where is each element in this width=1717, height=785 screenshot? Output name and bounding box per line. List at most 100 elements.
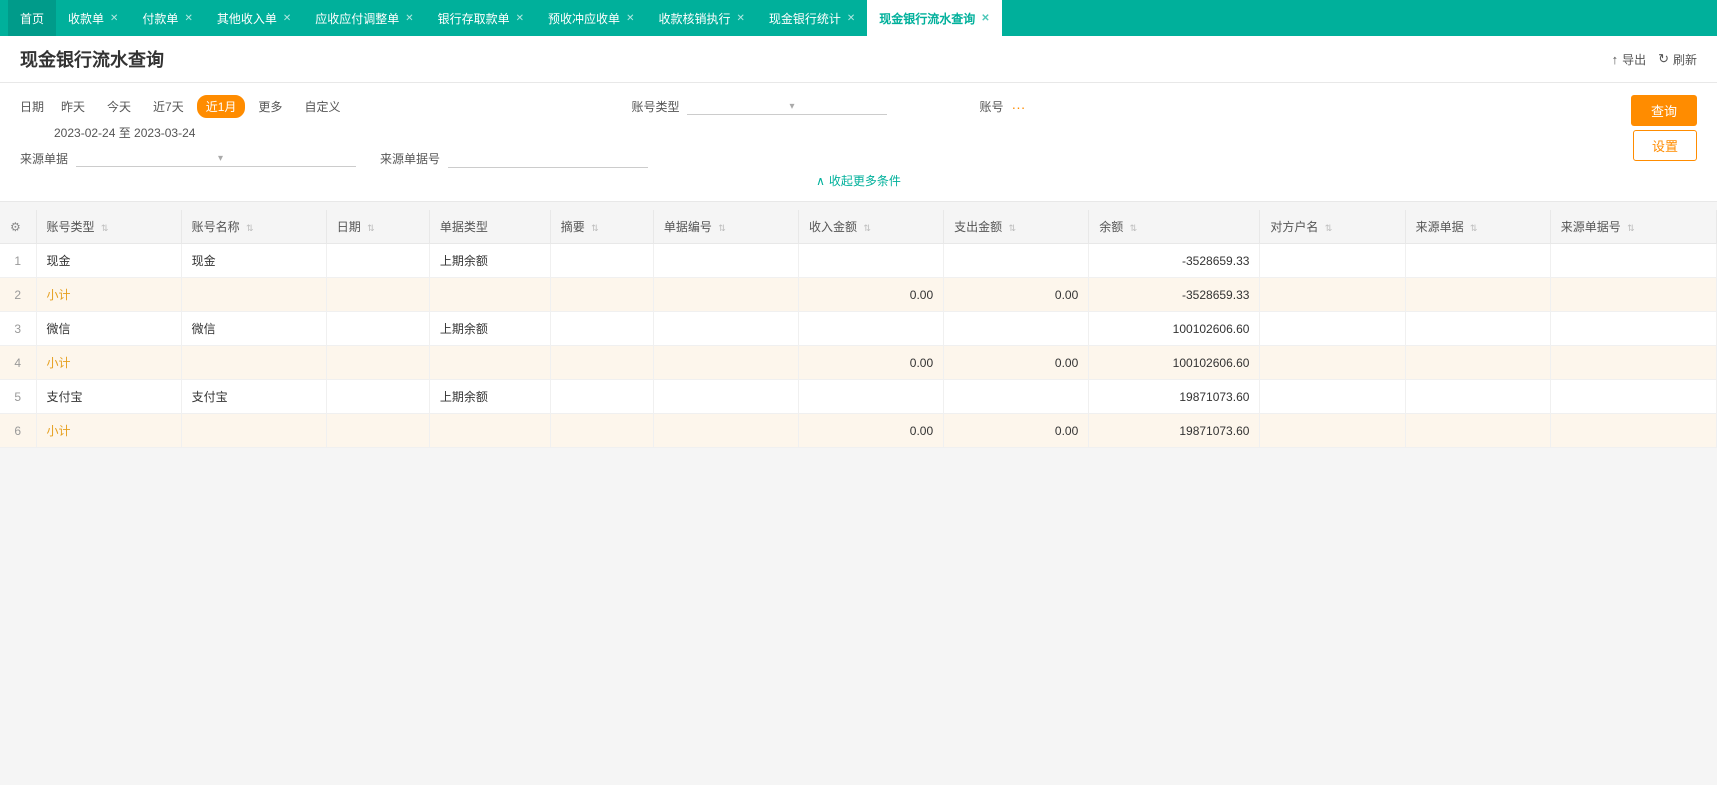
query-button[interactable]: 查询 [1631,95,1697,126]
source-doc-no-input[interactable] [448,149,648,168]
table-row[interactable]: 6小计0.000.0019871073.60 [0,414,1717,448]
nav-tab-5-close[interactable]: ✕ [516,13,524,24]
account-filter-group: 账号 ··· [979,98,1033,115]
table-cell [429,346,550,380]
export-label: 导出 [1622,51,1646,68]
table-cell [799,380,944,414]
table-cell: 微信 [181,312,326,346]
table-cell: 现金 [36,244,181,278]
table-cell [181,414,326,448]
nav-tab-7[interactable]: 收款核销执行 ✕ [646,0,756,36]
col-source-doc-no-sort-icon[interactable]: ⇅ [1627,223,1635,233]
nav-tab-4-label: 应收应付调整单 [315,10,399,27]
col-expense-label: 支出金额 [954,220,1002,234]
table-cell [1405,244,1550,278]
yesterday-btn[interactable]: 昨天 [52,95,94,118]
col-doc-no-sort-icon[interactable]: ⇅ [718,223,726,233]
nav-tab-3[interactable]: 其他收入单 ✕ [205,0,303,36]
col-expense-sort-icon[interactable]: ⇅ [1009,223,1017,233]
col-summary: 摘要 ⇅ [550,210,653,244]
col-income-sort-icon[interactable]: ⇅ [863,223,871,233]
col-account-type-sort-icon[interactable]: ⇅ [101,223,109,233]
col-balance-sort-icon[interactable]: ⇅ [1130,223,1138,233]
col-income-label: 收入金额 [809,220,857,234]
table-cell [550,278,653,312]
settings-button[interactable]: 设置 [1633,130,1697,161]
date-label: 日期 [20,98,44,115]
nav-tab-5[interactable]: 银行存取款单 ✕ [426,0,536,36]
table-row[interactable]: 1现金现金上期余额-3528659.33 [0,244,1717,278]
nav-tab-6-label: 预收冲应收单 [548,10,620,27]
table-cell [799,312,944,346]
nav-tab-6[interactable]: 预收冲应收单 ✕ [536,0,646,36]
refresh-label: 刷新 [1673,51,1697,68]
table-cell: 0.00 [944,346,1089,380]
table-cell: -3528659.33 [1089,278,1260,312]
table-cell [1260,414,1405,448]
col-date-label: 日期 [337,220,361,234]
col-source-doc-sort-icon[interactable]: ⇅ [1470,223,1478,233]
header-actions: ↑ 导出 ↻ 刷新 [1612,51,1697,68]
source-doc-select[interactable]: ▾ [76,151,356,167]
nav-tab-9-label: 现金银行流水查询 [879,10,975,27]
table-cell [181,278,326,312]
source-doc-no-label: 来源单据号 [380,150,440,167]
nav-tab-8-close[interactable]: ✕ [847,13,855,24]
date-buttons: 昨天 今天 近7天 近1月 更多 自定义 [52,95,349,118]
nav-tab-8[interactable]: 现金银行统计 ✕ [757,0,867,36]
table-cell: 小计 [36,346,181,380]
nav-tab-3-close[interactable]: ✕ [283,13,291,24]
account-more-icon[interactable]: ··· [1011,99,1025,115]
table-cell [550,414,653,448]
table-row[interactable]: 4小计0.000.00100102606.60 [0,346,1717,380]
export-button[interactable]: ↑ 导出 [1612,51,1647,68]
nav-tab-7-close[interactable]: ✕ [736,13,744,24]
gear-icon[interactable]: ⚙ [10,220,21,234]
nav-home[interactable]: 首页 [8,0,56,36]
table-cell [181,346,326,380]
col-summary-sort-icon[interactable]: ⇅ [591,223,599,233]
collapse-bar[interactable]: ∧ 收起更多条件 [20,172,1697,189]
table-cell [1260,346,1405,380]
more-btn[interactable]: 更多 [249,95,291,118]
last7-btn[interactable]: 近7天 [144,95,193,118]
table-cell: 上期余额 [429,312,550,346]
nav-tab-8-label: 现金银行统计 [769,10,841,27]
refresh-button[interactable]: ↻ 刷新 [1658,51,1697,68]
table-cell: 小计 [36,414,181,448]
nav-tab-5-label: 银行存取款单 [438,10,510,27]
table-cell [944,312,1089,346]
table-row[interactable]: 3微信微信上期余额100102606.60 [0,312,1717,346]
custom-btn[interactable]: 自定义 [295,95,349,118]
today-btn[interactable]: 今天 [98,95,140,118]
col-source-doc: 来源单据 ⇅ [1405,210,1550,244]
table-cell [326,346,429,380]
col-counterpart: 对方户名 ⇅ [1260,210,1405,244]
nav-tab-2[interactable]: 付款单 ✕ [130,0,204,36]
col-account-name-sort-icon[interactable]: ⇅ [246,223,254,233]
col-date-sort-icon[interactable]: ⇅ [367,223,375,233]
table-cell: 100102606.60 [1089,346,1260,380]
account-type-select[interactable]: ▾ [687,99,887,115]
export-icon: ↑ [1612,52,1619,67]
nav-tab-4-close[interactable]: ✕ [405,13,413,24]
last1m-btn[interactable]: 近1月 [197,95,246,118]
table-cell [1550,414,1716,448]
nav-tab-4[interactable]: 应收应付调整单 ✕ [303,0,425,36]
table-row[interactable]: 5支付宝支付宝上期余额19871073.60 [0,380,1717,414]
table-row[interactable]: 2小计0.000.00-3528659.33 [0,278,1717,312]
col-counterpart-sort-icon[interactable]: ⇅ [1325,223,1333,233]
date-filter-group: 日期 昨天 今天 近7天 近1月 更多 自定义 [20,95,349,118]
table-cell [1550,244,1716,278]
nav-tab-2-close[interactable]: ✕ [184,13,192,24]
source-doc-no-filter-group: 来源单据号 [380,149,648,168]
nav-tab-9-close[interactable]: ✕ [981,13,989,24]
table-cell: 上期余额 [429,380,550,414]
table-cell [1405,312,1550,346]
nav-tab-6-close[interactable]: ✕ [626,13,634,24]
table-cell: 支付宝 [181,380,326,414]
nav-tab-1[interactable]: 收款单 ✕ [56,0,130,36]
table-cell [944,380,1089,414]
nav-tab-9[interactable]: 现金银行流水查询 ✕ [867,0,1001,36]
nav-tab-1-close[interactable]: ✕ [110,13,118,24]
